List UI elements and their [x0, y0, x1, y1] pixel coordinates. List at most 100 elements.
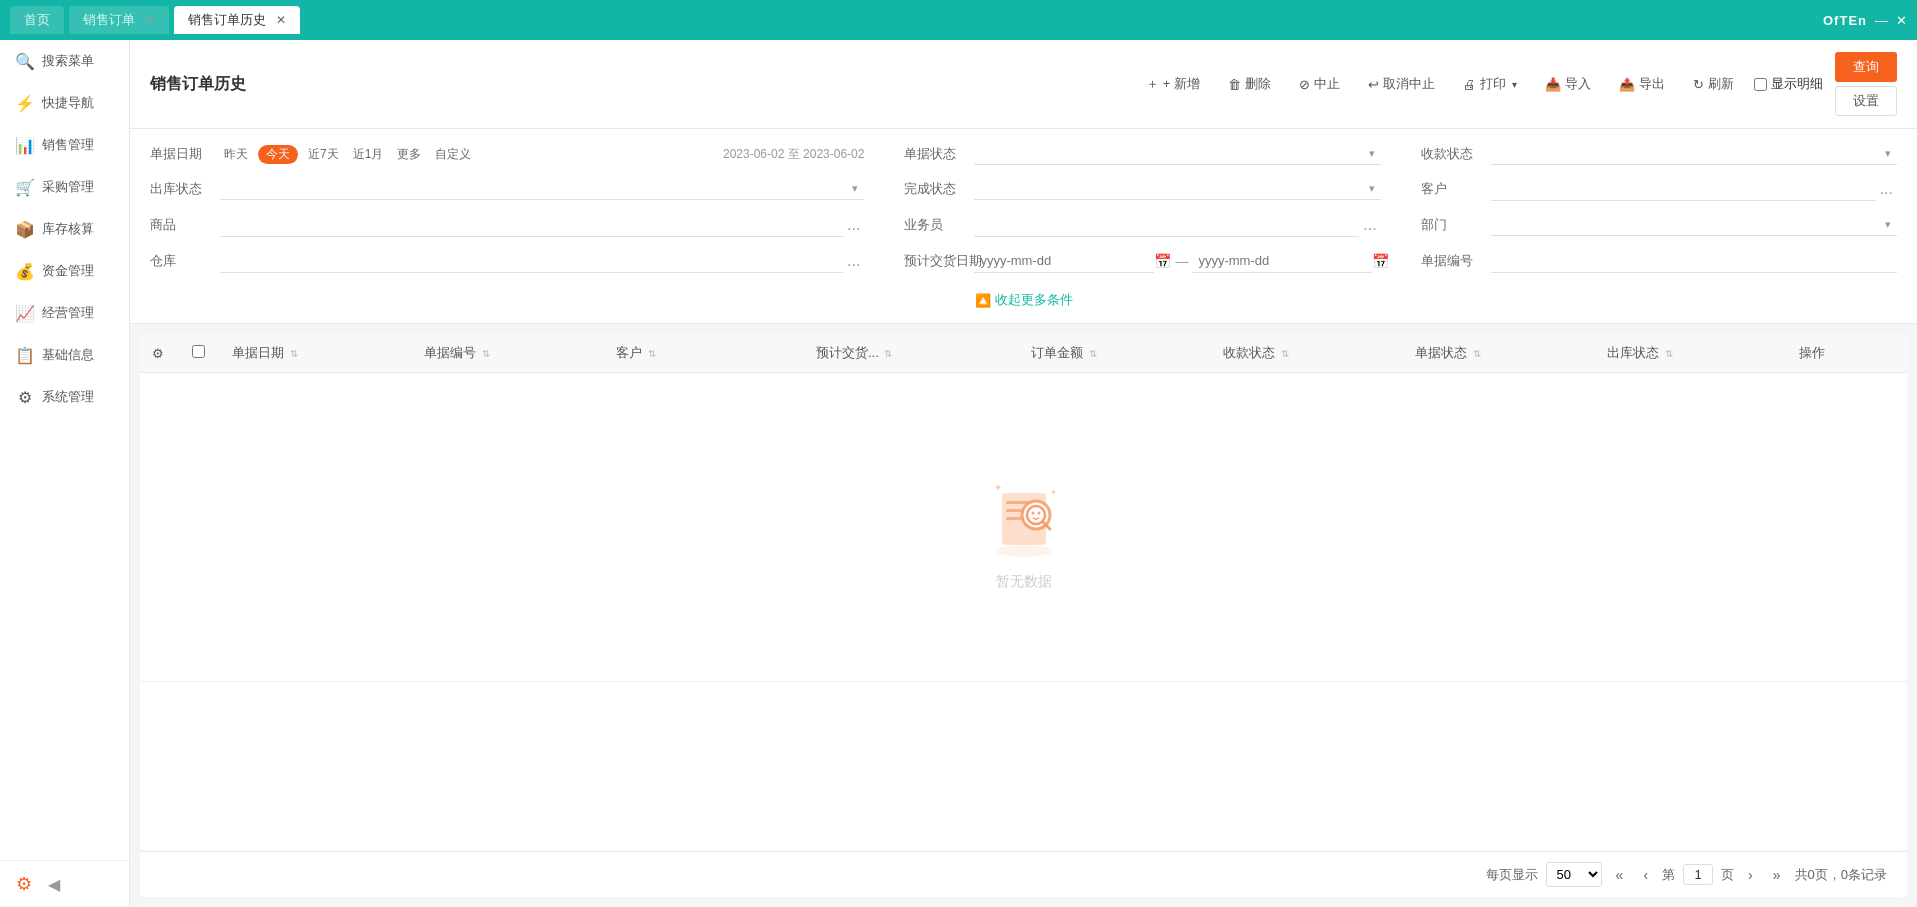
stop-label: 中止 — [1314, 75, 1340, 93]
tab-sales-history[interactable]: 销售订单历史 ✕ — [174, 6, 300, 34]
date-range-text: 2023-06-02 至 2023-06-02 — [723, 146, 864, 163]
window-close[interactable]: ✕ — [1896, 13, 1907, 28]
calendar-from-icon[interactable]: 📅 — [1154, 253, 1171, 269]
new-button[interactable]: ＋ + 新增 — [1138, 71, 1208, 97]
th-delivery-date[interactable]: 预计交货... ⇅ — [804, 334, 1019, 373]
last-page-button[interactable]: » — [1767, 865, 1787, 885]
sidebar-item-sales-mgmt[interactable]: 📊 销售管理 — [0, 124, 129, 166]
sidebar-item-inventory[interactable]: 📦 库存核算 — [0, 208, 129, 250]
filter-customer: 客户 ... — [1421, 177, 1897, 201]
show-detail-container: 显示明细 — [1754, 75, 1823, 93]
window-minimize[interactable]: — — [1875, 13, 1888, 28]
prev-page-button[interactable]: ‹ — [1637, 865, 1654, 885]
th-delivery-date-label: 预计交货... — [816, 345, 879, 360]
delete-button[interactable]: 🗑 删除 — [1220, 71, 1279, 97]
filter-area: 单据日期 昨天 今天 近7天 近1月 更多 自定义 2023-06-02 至 2… — [130, 129, 1917, 324]
date-custom[interactable]: 自定义 — [431, 144, 475, 165]
complete-arrow-icon: ▾ — [1369, 182, 1375, 195]
date-dash: — — [1171, 254, 1192, 269]
per-page-select[interactable]: 50 10 20 100 — [1546, 862, 1602, 887]
finance-icon: 💰 — [16, 262, 34, 280]
sidebar-label-search-menu: 搜索菜单 — [42, 52, 94, 70]
delivery-date-from[interactable] — [974, 249, 1154, 273]
sidebar-label-sales-mgmt: 销售管理 — [42, 136, 94, 154]
svg-text:✦: ✦ — [994, 482, 1002, 493]
salesperson-input[interactable] — [974, 213, 1359, 237]
calendar-to-icon[interactable]: 📅 — [1372, 253, 1389, 269]
sort-payment-status-icon: ⇅ — [1281, 348, 1289, 359]
tab-sales-order-close[interactable]: ✕ — [145, 13, 155, 27]
warehouse-input[interactable] — [220, 249, 843, 273]
collapse-row[interactable]: 🔼 收起更多条件 — [150, 285, 1897, 309]
th-settings[interactable]: ⚙ — [140, 334, 180, 373]
th-payment-status[interactable]: 收款状态 ⇅ — [1211, 334, 1403, 373]
th-number-label: 单据编号 — [424, 345, 476, 360]
product-input[interactable] — [220, 213, 843, 237]
status-label: 单据状态 — [904, 145, 974, 163]
export-button[interactable]: 📤 导出 — [1611, 71, 1673, 97]
next-page-button[interactable]: › — [1742, 865, 1759, 885]
th-date[interactable]: 单据日期 ⇅ — [220, 334, 412, 373]
sidebar-item-system-mgmt[interactable]: ⚙ 系统管理 — [0, 376, 129, 418]
content-area: 销售订单历史 ＋ + 新增 🗑 删除 ⊘ 中止 ↩ 取消中止 — [130, 40, 1917, 907]
th-delivery-status[interactable]: 出库状态 ⇅ — [1595, 334, 1787, 373]
cancel-stop-icon: ↩ — [1368, 77, 1379, 92]
page-header: 销售订单历史 ＋ + 新增 🗑 删除 ⊘ 中止 ↩ 取消中止 — [130, 40, 1917, 129]
svg-point-0 — [996, 545, 1052, 557]
order-number-input[interactable] — [1491, 249, 1897, 273]
sidebar: 🔍 搜索菜单 ⚡ 快捷导航 📊 销售管理 🛒 采购管理 📦 库存核算 💰 资金管… — [0, 40, 130, 907]
th-customer[interactable]: 客户 ⇅ — [604, 334, 804, 373]
date-today[interactable]: 今天 — [258, 145, 298, 164]
tab-sales-order[interactable]: 销售订单 ✕ — [69, 6, 169, 34]
th-doc-status[interactable]: 单据状态 ⇅ — [1403, 334, 1595, 373]
refresh-button[interactable]: ↻ 刷新 — [1685, 71, 1742, 97]
empty-text: 暂无数据 — [996, 573, 1052, 591]
sidebar-item-purchase-mgmt[interactable]: 🛒 采购管理 — [0, 166, 129, 208]
th-checkbox[interactable] — [180, 334, 220, 373]
sidebar-item-basic-info[interactable]: 📋 基础信息 — [0, 334, 129, 376]
department-select[interactable]: ▾ — [1491, 214, 1897, 236]
complete-select[interactable]: ▾ — [974, 178, 1380, 200]
first-page-button[interactable]: « — [1610, 865, 1630, 885]
import-button[interactable]: 📥 导入 — [1537, 71, 1599, 97]
th-number[interactable]: 单据编号 ⇅ — [412, 334, 604, 373]
warehouse-dots-icon[interactable]: ... — [843, 252, 864, 270]
filter-warehouse: 仓库 ... — [150, 249, 864, 273]
salesperson-dots-icon[interactable]: ... — [1359, 216, 1380, 234]
customer-input[interactable] — [1491, 177, 1876, 201]
show-detail-checkbox[interactable] — [1754, 78, 1767, 91]
date-last-month[interactable]: 近1月 — [349, 144, 388, 165]
cancel-stop-button[interactable]: ↩ 取消中止 — [1360, 71, 1443, 97]
sidebar-item-quick-nav[interactable]: ⚡ 快捷导航 — [0, 82, 129, 124]
tab-sales-history-close[interactable]: ✕ — [276, 13, 286, 27]
sidebar-item-search-menu[interactable]: 🔍 搜索菜单 — [0, 40, 129, 82]
select-all-checkbox[interactable] — [192, 345, 205, 358]
product-dots-icon[interactable]: ... — [843, 216, 864, 234]
delivery-date-to[interactable] — [1192, 249, 1372, 273]
sidebar-item-operations[interactable]: 📈 经营管理 — [0, 292, 129, 334]
tab-home[interactable]: 首页 — [10, 6, 64, 34]
print-button[interactable]: 🖨 打印 — [1455, 71, 1525, 97]
customer-dots-icon[interactable]: ... — [1876, 180, 1897, 198]
date-more[interactable]: 更多 — [393, 144, 425, 165]
department-arrow-icon: ▾ — [1885, 218, 1891, 231]
th-amount[interactable]: 订单金额 ⇅ — [1019, 334, 1211, 373]
payment-select[interactable]: ▾ — [1491, 143, 1897, 165]
sidebar-collapse-icon[interactable]: ◀ — [48, 875, 60, 894]
import-icon: 📥 — [1545, 77, 1561, 92]
settings-button[interactable]: 设置 — [1835, 86, 1897, 116]
empty-state: ✦ ✦ 暂无数据 — [152, 383, 1895, 671]
svg-point-8 — [1031, 512, 1034, 515]
sidebar-settings-icon[interactable]: ⚙ — [16, 873, 32, 895]
delivery-select[interactable]: ▾ — [220, 178, 864, 200]
date-last7[interactable]: 近7天 — [304, 144, 343, 165]
sidebar-item-finance[interactable]: 💰 资金管理 — [0, 250, 129, 292]
new-icon: ＋ — [1146, 75, 1159, 93]
date-buttons: 昨天 今天 近7天 近1月 更多 自定义 — [220, 144, 717, 165]
stop-button[interactable]: ⊘ 中止 — [1291, 71, 1348, 97]
purchase-mgmt-icon: 🛒 — [16, 178, 34, 196]
pagination: 每页显示 50 10 20 100 « ‹ 第 1 页 › » 共0页，0条记录 — [140, 851, 1907, 897]
search-button[interactable]: 查询 — [1835, 52, 1897, 82]
date-yesterday[interactable]: 昨天 — [220, 144, 252, 165]
status-select[interactable]: ▾ — [974, 143, 1380, 165]
